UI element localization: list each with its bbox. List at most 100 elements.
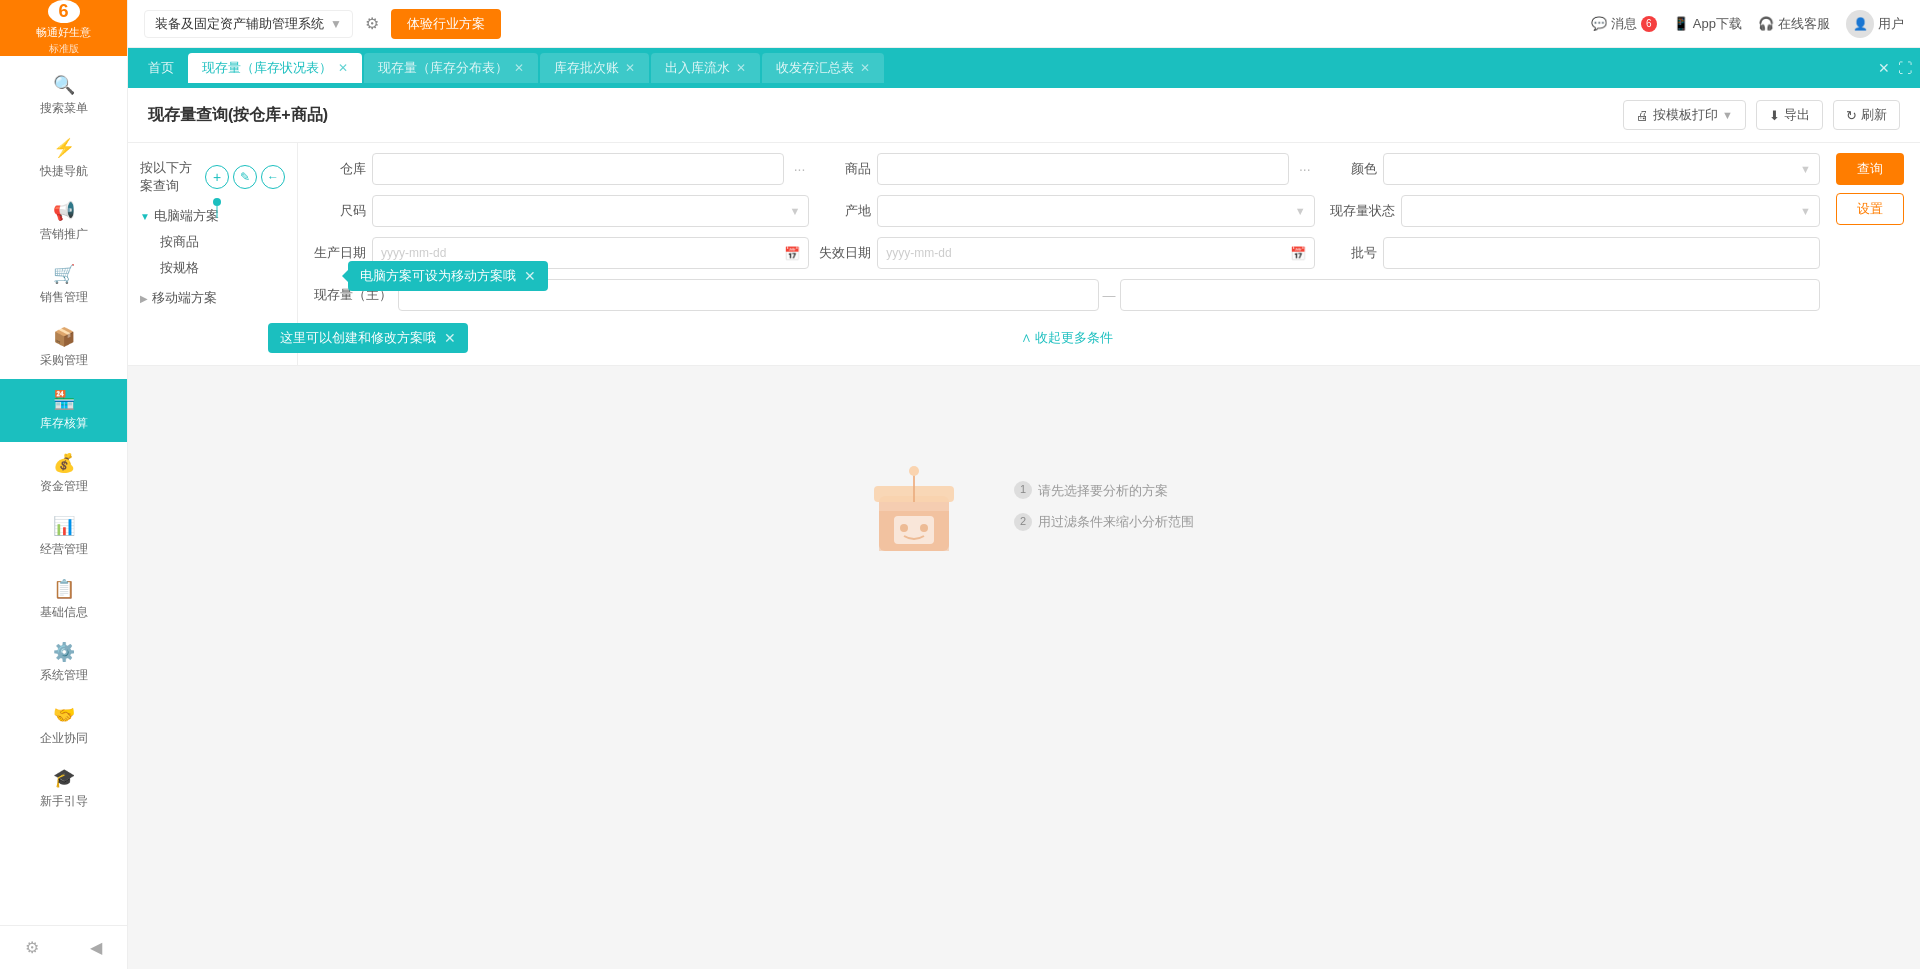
app-download-item[interactable]: 📱 App下载 [1673,15,1742,33]
empty-svg [854,446,974,566]
sidebar-item-label: 新手引导 [40,793,88,810]
tooltip-1-close-icon[interactable]: ✕ [524,268,536,284]
sidebar-item-basic[interactable]: 📋 基础信息 [0,568,127,631]
svg-point-6 [920,524,928,532]
user-item[interactable]: 👤 用户 [1846,10,1904,38]
tab-close-icon[interactable]: ✕ [736,61,746,75]
desktop-scheme-toggle[interactable]: ▼ 电脑端方案 [140,203,297,229]
tab-close-icon[interactable]: ✕ [338,61,348,75]
export-icon: ⬇ [1769,108,1780,123]
sidebar-item-label: 搜索菜单 [40,100,88,117]
tab-right-controls: ✕ ⛶ [1878,60,1912,76]
batch-input[interactable] [1383,237,1820,269]
tooltip-2-close-icon[interactable]: ✕ [444,330,456,346]
tab-inventory-status[interactable]: 现存量（库存状况表） ✕ [188,53,362,83]
sidebar-item-purchase[interactable]: 📦 采购管理 [0,316,127,379]
origin-field: 产地 ▼ [819,195,1314,227]
tab-summary[interactable]: 收发存汇总表 ✕ [762,53,884,83]
scheme-back-button[interactable]: ← [261,165,285,189]
sidebar-item-marketing[interactable]: 📢 营销推广 [0,190,127,253]
expire-date-start[interactable]: yyyy-mm-dd 📅 [877,237,1314,269]
sidebar-item-enterprise[interactable]: 🤝 企业协同 [0,694,127,757]
origin-select[interactable]: ▼ [877,195,1314,227]
color-label: 颜色 [1325,160,1377,178]
print-button[interactable]: 🖨 按模板打印 ▼ [1623,100,1746,130]
color-select[interactable]: ▼ [1383,153,1820,185]
size-select[interactable]: ▼ [372,195,809,227]
tooltip-scheme-2: 这里可以创建和修改方案哦 ✕ [268,323,468,353]
size-select-arrow-icon: ▼ [789,205,800,217]
produce-date-label: 生产日期 [314,244,366,262]
sidebar-item-search[interactable]: 🔍 搜索菜单 [0,64,127,127]
refresh-button[interactable]: ↻ 刷新 [1833,100,1900,130]
system-selector[interactable]: 装备及固定资产辅助管理系统 ▼ [144,10,353,38]
sidebar-item-sales[interactable]: 🛒 销售管理 [0,253,127,316]
product-field: 商品 ··· [819,153,1314,185]
export-button[interactable]: ⬇ 导出 [1756,100,1823,130]
experience-button[interactable]: 体验行业方案 [391,9,501,39]
collapse-sidebar-icon[interactable]: ◀ [90,938,102,957]
tab-close-icon[interactable]: ✕ [514,61,524,75]
reset-button[interactable]: 设置 [1836,193,1904,225]
scheme-item-spec[interactable]: 按规格 [152,255,297,281]
topbar-gear-icon[interactable]: ⚙ [365,14,379,33]
phone-icon: 📱 [1673,16,1689,31]
empty-step-2-text: 用过滤条件来缩小分析范围 [1038,510,1194,533]
sidebar-item-finance[interactable]: 💰 资金管理 [0,442,127,505]
marketing-icon: 📢 [53,200,75,222]
brand-name: 畅通好生意 [36,25,91,40]
tab-inout-flow[interactable]: 出入库流水 ✕ [651,53,760,83]
batch-field: 批号 [1325,237,1820,269]
app-download-label: App下载 [1693,15,1742,33]
calendar-icon: 📅 [784,246,800,261]
sidebar-item-system[interactable]: ⚙️ 系统管理 [0,631,127,694]
origin-select-arrow-icon: ▼ [1295,205,1306,217]
messages-label: 消息 [1611,15,1637,33]
messages-item[interactable]: 💬 消息 6 [1591,15,1657,33]
sidebar-item-label: 基础信息 [40,604,88,621]
sidebar-item-management[interactable]: 📊 经营管理 [0,505,127,568]
inventory-status-label: 现存量状态 [1325,202,1395,220]
page-header: 现存量查询(按仓库+商品) 🖨 按模板打印 ▼ ⬇ 导出 ↻ 刷新 [128,88,1920,143]
search-button[interactable]: 查询 [1836,153,1904,185]
color-select-arrow-icon: ▼ [1800,163,1811,175]
guide-icon: 🎓 [53,767,75,789]
warehouse-input[interactable] [372,153,784,185]
basic-icon: 📋 [53,578,75,600]
scheme-add-button[interactable]: + [205,165,229,189]
tab-expand-icon[interactable]: ⛶ [1898,60,1912,76]
settings-icon[interactable]: ⚙ [25,938,39,957]
online-support-item[interactable]: 🎧 在线客服 [1758,15,1830,33]
product-input[interactable] [877,153,1289,185]
tab-batch[interactable]: 库存批次账 ✕ [540,53,649,83]
sidebar-item-quicknav[interactable]: ⚡ 快捷导航 [0,127,127,190]
product-dots-icon[interactable]: ··· [1299,161,1311,177]
empty-text: 1 请先选择要分析的方案 2 用过滤条件来缩小分析范围 [1014,479,1194,534]
step-2-num: 2 [1014,513,1032,531]
sidebar-item-inventory[interactable]: 🏪 库存核算 [0,379,127,442]
warehouse-dots-icon[interactable]: ··· [794,161,806,177]
mobile-scheme-toggle[interactable]: ▶ 移动端方案 [140,285,297,311]
sidebar-bottom: ⚙ ◀ [0,925,127,969]
collapse-row[interactable]: ∧ 收起更多条件 [314,321,1820,355]
sidebar-nav: 🔍 搜索菜单 ⚡ 快捷导航 📢 营销推广 🛒 销售管理 📦 采购管理 🏪 库存核… [0,56,127,925]
tab-close-icon[interactable]: ✕ [625,61,635,75]
mobile-scheme-label: 移动端方案 [152,289,217,307]
sidebar-item-guide[interactable]: 🎓 新手引导 [0,757,127,820]
right-action-col: 查询 设置 [1836,143,1920,365]
page-actions: 🖨 按模板打印 ▼ ⬇ 导出 ↻ 刷新 [1623,100,1900,130]
sidebar-item-label: 系统管理 [40,667,88,684]
tab-minimize-icon[interactable]: ✕ [1878,60,1890,76]
scheme-edit-button[interactable]: ✎ [233,165,257,189]
tab-inventory-dist[interactable]: 现存量（库存分布表） ✕ [364,53,538,83]
online-support-label: 在线客服 [1778,15,1830,33]
empty-state: 1 请先选择要分析的方案 2 用过滤条件来缩小分析范围 [128,366,1920,646]
inventory-status-select[interactable]: ▼ [1401,195,1820,227]
tab-close-icon[interactable]: ✕ [860,61,870,75]
tab-home[interactable]: 首页 [136,53,186,83]
scheme-item-product[interactable]: 按商品 [152,229,297,255]
scheme-item-label: 按商品 [160,233,199,251]
sidebar-item-label: 资金管理 [40,478,88,495]
qty-end-input[interactable] [1120,279,1821,311]
product-label: 商品 [819,160,871,178]
